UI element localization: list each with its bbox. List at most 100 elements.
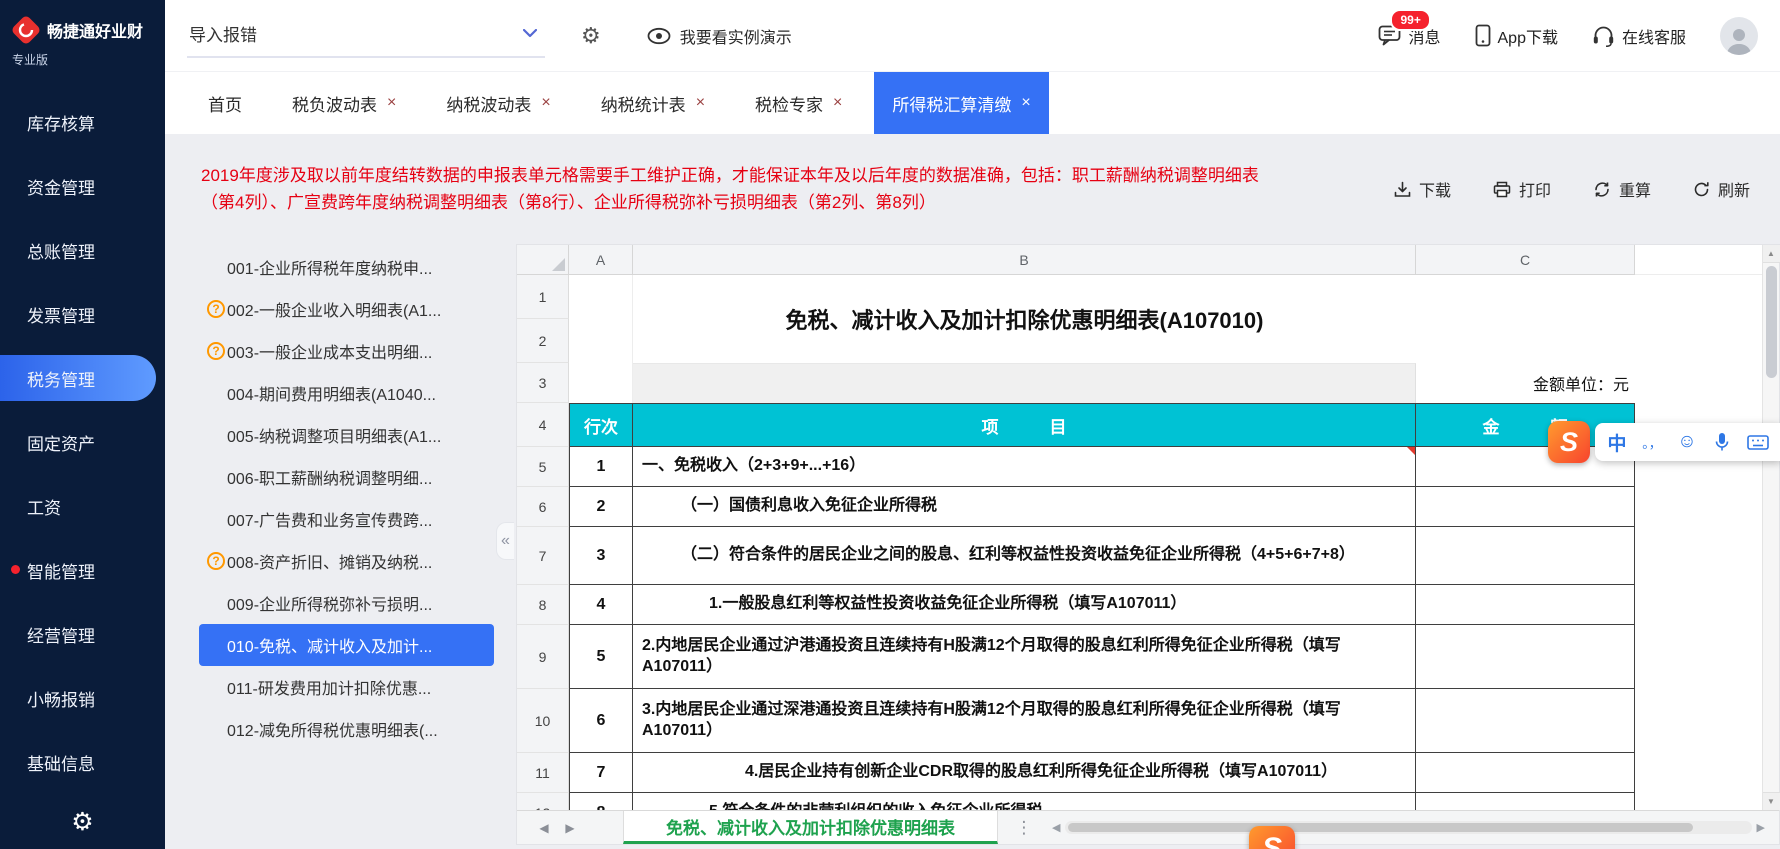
report-list-item[interactable]: ? 003-一般企业成本支出明细... <box>199 330 494 372</box>
row-number[interactable]: 6 <box>517 487 569 527</box>
cell-amount[interactable] <box>1416 753 1635 793</box>
vertical-scroll-thumb[interactable] <box>1765 266 1777 378</box>
sidebar-item[interactable]: 经营管理 <box>0 602 165 666</box>
row-number[interactable]: 10 <box>517 689 569 753</box>
cell-line-number[interactable]: 2 <box>569 487 633 527</box>
cell-line-number[interactable]: 4 <box>569 585 633 625</box>
demo-link[interactable]: 我要看实例演示 <box>647 24 792 48</box>
column-header-b[interactable]: B <box>633 245 1416 275</box>
header-line-no[interactable]: 行次 <box>569 403 633 447</box>
tab[interactable]: 所得税汇算清缴 × <box>874 72 1049 134</box>
report-list-item[interactable]: ? 009-企业所得税弥补亏损明... <box>199 582 494 624</box>
cell-item-text[interactable]: 3.内地居民企业通过深港通投资且连续持有H股满12个月取得的股息红利所得免征企业… <box>633 689 1416 753</box>
cell-amount[interactable] <box>1416 689 1635 753</box>
topbar-gear-icon[interactable]: ⚙ <box>581 23 601 49</box>
cell-amount[interactable] <box>1416 487 1635 527</box>
cell-a3[interactable] <box>569 363 633 403</box>
report-list-item[interactable]: ? 012-减免所得税优惠明细表(... <box>199 708 494 750</box>
panel-collapse-button[interactable]: « <box>496 522 514 560</box>
horizontal-scrollbar[interactable]: ◀ ▶ <box>1052 821 1765 834</box>
tab-close-icon[interactable]: × <box>541 94 550 112</box>
tab[interactable]: 纳税波动表 × <box>428 72 568 134</box>
online-service-button[interactable]: 在线客服 <box>1592 24 1686 48</box>
sidebar-settings-gear-icon[interactable]: ⚙ <box>71 807 93 837</box>
cell-item-text[interactable]: （二）符合条件的居民企业之间的股息、红利等权益性投资收益免征企业所得税（4+5+… <box>633 527 1416 585</box>
sheet-next-button[interactable]: ▶ <box>557 816 583 840</box>
cell-item-text[interactable]: 一、免税收入（2+3+9+...+16） <box>633 447 1416 487</box>
cell-item-text[interactable]: 5.符合条件的非营利组织的收入免征企业所得税 <box>633 793 1416 810</box>
report-list-item[interactable]: ? 004-期间费用明细表(A1040... <box>199 372 494 414</box>
print-button[interactable]: 打印 <box>1493 177 1551 201</box>
cell-amount[interactable] <box>1416 793 1635 810</box>
report-list-item[interactable]: ? 007-广告费和业务宣传费跨... <box>199 498 494 540</box>
cell-item-text[interactable]: （一）国债利息收入免征企业所得税 <box>633 487 1416 527</box>
help-icon[interactable]: ? <box>207 342 225 360</box>
cell-line-number[interactable]: 6 <box>569 689 633 753</box>
report-list-item[interactable]: ? 005-纳税调整项目明细表(A1... <box>199 414 494 456</box>
sidebar-item[interactable]: 资金管理 <box>0 154 165 218</box>
cell-b3[interactable] <box>633 363 1416 403</box>
sidebar-item[interactable]: 固定资产 <box>0 410 165 474</box>
recalculate-button[interactable]: 重算 <box>1593 177 1651 201</box>
sheet-more-icon[interactable]: ⋮ <box>1014 818 1034 838</box>
report-list-item[interactable]: ? 011-研发费用加计扣除优惠... <box>199 666 494 708</box>
sidebar-item[interactable]: 智能管理 <box>0 538 165 602</box>
row-number[interactable]: 8 <box>517 585 569 625</box>
sidebar-item[interactable]: 基础信息 <box>0 730 165 794</box>
cell-amount[interactable] <box>1416 625 1635 689</box>
tab[interactable]: 税检专家 × <box>737 72 860 134</box>
cell-item-text[interactable]: 4.居民企业持有创新企业CDR取得的股息红利所得免征企业所得税（填写A10701… <box>633 753 1416 793</box>
cell-line-number[interactable]: 1 <box>569 447 633 487</box>
row-number[interactable]: 12 <box>517 793 569 810</box>
report-list-item[interactable]: ? 001-企业所得税年度纳税申... <box>199 246 494 288</box>
column-header-a[interactable]: A <box>569 245 633 275</box>
scroll-right-button[interactable]: ▶ <box>1757 821 1765 834</box>
sheet-title-cell[interactable]: 免税、减计收入及加计扣除优惠明细表(A107010) <box>633 275 1416 363</box>
app-download-button[interactable]: App下载 <box>1475 24 1558 48</box>
row-number[interactable]: 1 <box>517 275 569 319</box>
ime-language-toggle[interactable]: 中 <box>1607 429 1627 456</box>
row-number[interactable]: 2 <box>517 319 569 363</box>
virtual-keyboard-icon[interactable] <box>1747 434 1769 450</box>
download-button[interactable]: 下载 <box>1394 177 1451 201</box>
microphone-icon[interactable] <box>1712 432 1732 452</box>
horizontal-scroll-thumb[interactable] <box>1068 823 1693 832</box>
row-number[interactable]: 9 <box>517 625 569 689</box>
messages-button[interactable]: 99+ 消息 <box>1378 8 1441 48</box>
cell-amount[interactable] <box>1416 585 1635 625</box>
sidebar-item[interactable]: 工资 <box>0 474 165 538</box>
emoji-icon[interactable]: ☺ <box>1677 431 1697 453</box>
report-list-item[interactable]: ? 006-职工薪酬纳税调整明细... <box>199 456 494 498</box>
cell-line-number[interactable]: 8 <box>569 793 633 810</box>
help-icon[interactable]: ? <box>207 300 225 318</box>
cell-item-text[interactable]: 2.内地居民企业通过沪港通投资且连续持有H股满12个月取得的股息红利所得免征企业… <box>633 625 1416 689</box>
cell-c-title[interactable] <box>1416 275 1635 363</box>
report-list-item[interactable]: ? 010-免税、减计收入及加计... <box>199 624 494 666</box>
scroll-up-button[interactable]: ▲ <box>1762 245 1780 263</box>
row-number[interactable]: 7 <box>517 527 569 585</box>
horizontal-scroll-track[interactable] <box>1065 821 1752 834</box>
cell-line-number[interactable]: 3 <box>569 527 633 585</box>
tab-close-icon[interactable]: × <box>833 94 842 112</box>
sidebar-item[interactable]: 税务管理 <box>0 346 165 410</box>
cell-a-title[interactable] <box>569 275 633 363</box>
refresh-button[interactable]: 刷新 <box>1693 177 1750 201</box>
cell-line-number[interactable]: 5 <box>569 625 633 689</box>
cell-item-text[interactable]: 1.一般股息红利等权益性投资收益免征企业所得税（填写A107011） <box>633 585 1416 625</box>
ime-punctuation-toggle[interactable]: 。， <box>1642 433 1662 452</box>
sogou-logo-icon[interactable]: S <box>1548 421 1590 463</box>
column-header-c[interactable]: C <box>1416 245 1635 275</box>
import-error-dropdown[interactable]: 导入报错 <box>187 13 545 58</box>
sidebar-item[interactable]: 发票管理 <box>0 282 165 346</box>
row-number[interactable]: 3 <box>517 363 569 403</box>
sidebar-item[interactable]: 小畅报销 <box>0 666 165 730</box>
select-all-corner[interactable] <box>517 245 569 275</box>
vertical-scrollbar[interactable]: ▲ ▼ <box>1762 245 1780 810</box>
header-item[interactable]: 项 目 <box>633 403 1416 447</box>
report-list-item[interactable]: ? 002-一般企业收入明细表(A1... <box>199 288 494 330</box>
help-icon[interactable]: ? <box>207 552 225 570</box>
sheet-tab-active[interactable]: 免税、减计收入及加计扣除优惠明细表 <box>623 811 998 844</box>
sogou-tray-logo-icon[interactable]: S <box>1249 826 1295 849</box>
row-number[interactable]: 4 <box>517 403 569 447</box>
row-number[interactable]: 5 <box>517 447 569 487</box>
